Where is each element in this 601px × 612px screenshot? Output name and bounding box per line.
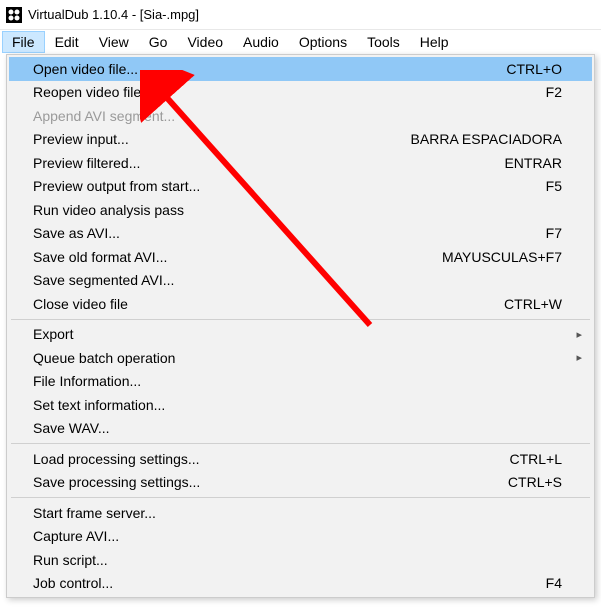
menu-view[interactable]: View — [89, 31, 139, 53]
menu-reopen-video[interactable]: Reopen video file F2 — [9, 81, 592, 105]
menu-tools[interactable]: Tools — [357, 31, 410, 53]
menu-save-segmented[interactable]: Save segmented AVI... — [9, 269, 592, 293]
menu-item-label: Open video file... — [33, 61, 506, 77]
menu-file-info[interactable]: File Information... — [9, 370, 592, 394]
menu-item-label: Run video analysis pass — [33, 202, 568, 218]
menu-go[interactable]: Go — [139, 31, 178, 53]
menu-item-shortcut: CTRL+S — [508, 474, 568, 490]
menu-item-shortcut: BARRA ESPACIADORA — [411, 131, 568, 147]
menu-item-label: Export — [33, 326, 568, 342]
menu-item-label: Save as AVI... — [33, 225, 546, 241]
menu-separator — [11, 443, 590, 444]
menu-item-label: File Information... — [33, 373, 568, 389]
window-title: VirtualDub 1.10.4 - [Sia-.mpg] — [28, 7, 199, 22]
menu-item-label: Save processing settings... — [33, 474, 508, 490]
menu-append-avi: Append AVI segment... — [9, 104, 592, 128]
menu-run-analysis[interactable]: Run video analysis pass — [9, 198, 592, 222]
menu-load-settings[interactable]: Load processing settings... CTRL+L — [9, 447, 592, 471]
menu-item-label: Preview filtered... — [33, 155, 504, 171]
menu-item-shortcut: F7 — [546, 225, 568, 241]
menu-item-shortcut: ENTRAR — [504, 155, 568, 171]
menu-open-video[interactable]: Open video file... CTRL+O — [9, 57, 592, 81]
menu-item-label: Set text information... — [33, 397, 568, 413]
menu-set-text[interactable]: Set text information... — [9, 393, 592, 417]
menu-item-label: Append AVI segment... — [33, 108, 568, 124]
menu-save-old-avi[interactable]: Save old format AVI... MAYUSCULAS+F7 — [9, 245, 592, 269]
menu-help[interactable]: Help — [410, 31, 459, 53]
menu-item-label: Preview input... — [33, 131, 411, 147]
menu-item-label: Reopen video file — [33, 84, 546, 100]
menu-audio[interactable]: Audio — [233, 31, 289, 53]
menu-bar: File Edit View Go Video Audio Options To… — [0, 30, 601, 54]
app-icon — [6, 7, 22, 23]
menu-file[interactable]: File — [2, 31, 45, 53]
menu-capture-avi[interactable]: Capture AVI... — [9, 525, 592, 549]
file-menu-dropdown: Open video file... CTRL+O Reopen video f… — [6, 54, 595, 598]
menu-preview-output[interactable]: Preview output from start... F5 — [9, 175, 592, 199]
submenu-arrow-icon: ▸ — [576, 351, 582, 364]
menu-job-control[interactable]: Job control... F4 — [9, 572, 592, 596]
menu-preview-filtered[interactable]: Preview filtered... ENTRAR — [9, 151, 592, 175]
menu-save-wav[interactable]: Save WAV... — [9, 417, 592, 441]
menu-item-shortcut: CTRL+O — [506, 61, 568, 77]
menu-item-label: Start frame server... — [33, 505, 568, 521]
menu-item-label: Run script... — [33, 552, 568, 568]
menu-start-frame-server[interactable]: Start frame server... — [9, 501, 592, 525]
menu-separator — [11, 497, 590, 498]
menu-item-label: Save old format AVI... — [33, 249, 442, 265]
menu-queue-batch[interactable]: Queue batch operation ▸ — [9, 346, 592, 370]
menu-item-label: Preview output from start... — [33, 178, 546, 194]
menu-item-label: Close video file — [33, 296, 504, 312]
menu-item-label: Save segmented AVI... — [33, 272, 568, 288]
menu-item-shortcut: MAYUSCULAS+F7 — [442, 249, 568, 265]
menu-close-video[interactable]: Close video file CTRL+W — [9, 292, 592, 316]
menu-run-script[interactable]: Run script... — [9, 548, 592, 572]
menu-item-label: Load processing settings... — [33, 451, 509, 467]
menu-item-label: Save WAV... — [33, 420, 568, 436]
menu-preview-input[interactable]: Preview input... BARRA ESPACIADORA — [9, 128, 592, 152]
menu-save-settings[interactable]: Save processing settings... CTRL+S — [9, 471, 592, 495]
menu-edit[interactable]: Edit — [45, 31, 89, 53]
menu-video[interactable]: Video — [177, 31, 233, 53]
menu-options[interactable]: Options — [289, 31, 357, 53]
menu-item-shortcut: CTRL+L — [509, 451, 568, 467]
title-bar: VirtualDub 1.10.4 - [Sia-.mpg] — [0, 0, 601, 30]
menu-separator — [11, 319, 590, 320]
menu-item-shortcut: F2 — [546, 84, 568, 100]
menu-item-shortcut: F5 — [546, 178, 568, 194]
submenu-arrow-icon: ▸ — [576, 328, 582, 341]
menu-item-shortcut: F4 — [546, 575, 568, 591]
menu-item-shortcut: CTRL+W — [504, 296, 568, 312]
menu-item-label: Queue batch operation — [33, 350, 568, 366]
menu-export[interactable]: Export ▸ — [9, 323, 592, 347]
menu-save-avi[interactable]: Save as AVI... F7 — [9, 222, 592, 246]
menu-item-label: Capture AVI... — [33, 528, 568, 544]
menu-item-label: Job control... — [33, 575, 546, 591]
